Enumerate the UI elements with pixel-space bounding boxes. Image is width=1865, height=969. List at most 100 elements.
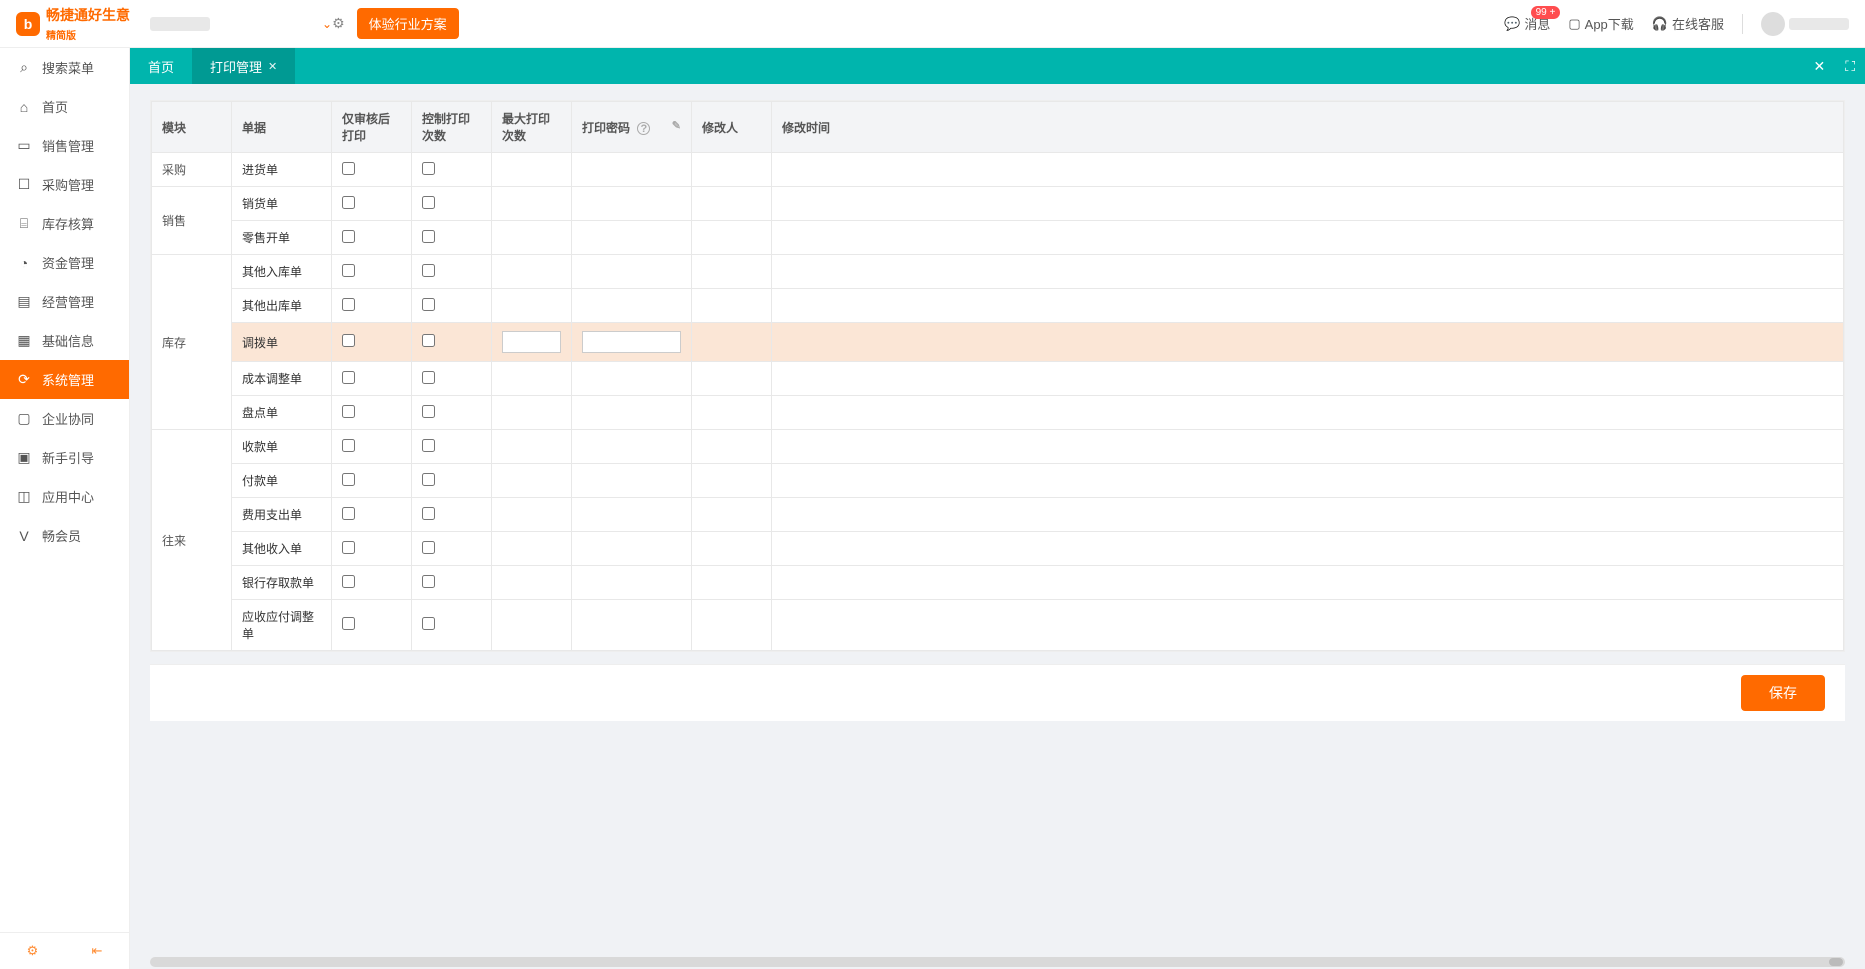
inventory-icon: ⌸	[16, 215, 32, 232]
pwd-cell	[572, 187, 692, 221]
ctrl-checkbox[interactable]	[422, 162, 435, 175]
tab-label: 打印管理	[210, 57, 262, 76]
messages-badge: 99 +	[1531, 6, 1561, 19]
ctrl-checkbox[interactable]	[422, 439, 435, 452]
promo-button[interactable]: 体验行业方案	[357, 8, 459, 39]
ctrl-checkbox[interactable]	[422, 507, 435, 520]
topbar: b 畅捷通好生意 精简版 ⌄ ⚙ 体验行业方案 💬 消息 99 + ▢ App下…	[0, 0, 1865, 48]
audit-cell	[332, 532, 412, 566]
chat-icon: 💬	[1504, 16, 1520, 32]
audit-checkbox[interactable]	[342, 162, 355, 175]
audit-checkbox[interactable]	[342, 473, 355, 486]
sidebar-item-label: 库存核算	[42, 214, 94, 233]
doc-cell: 费用支出单	[232, 498, 332, 532]
ctrl-checkbox[interactable]	[422, 230, 435, 243]
ctrl-checkbox[interactable]	[422, 196, 435, 209]
sidebar-item-home[interactable]: ⌂首页	[0, 87, 129, 126]
max-cell	[492, 289, 572, 323]
ctrl-cell	[412, 153, 492, 187]
user-menu[interactable]	[1761, 12, 1849, 36]
sidebar-item-guide[interactable]: ▣新手引导	[0, 438, 129, 477]
audit-checkbox[interactable]	[342, 196, 355, 209]
th-time: 修改时间	[772, 102, 1844, 153]
time-cell	[772, 464, 1844, 498]
sidebar-item-search[interactable]: ⌕搜索菜单	[0, 48, 129, 87]
horizontal-scrollbar[interactable]	[130, 955, 1865, 969]
ctrl-checkbox[interactable]	[422, 264, 435, 277]
audit-checkbox[interactable]	[342, 439, 355, 452]
audit-checkbox[interactable]	[342, 507, 355, 520]
ctrl-checkbox[interactable]	[422, 473, 435, 486]
collapse-icon[interactable]: ⇤	[91, 943, 102, 959]
max-input[interactable]	[502, 331, 561, 353]
time-cell	[772, 221, 1844, 255]
main: 首页打印管理✕ ✕ ⛶ 模块 单据 仅审核后打	[130, 48, 1865, 969]
sidebar-item-purchase[interactable]: ☐采购管理	[0, 165, 129, 204]
audit-checkbox[interactable]	[342, 334, 355, 347]
pwd-cell	[572, 221, 692, 255]
ctrl-checkbox[interactable]	[422, 575, 435, 588]
modifier-cell	[692, 566, 772, 600]
max-cell	[492, 362, 572, 396]
audit-checkbox[interactable]	[342, 264, 355, 277]
time-cell	[772, 362, 1844, 396]
ctrl-checkbox[interactable]	[422, 405, 435, 418]
doc-cell: 收款单	[232, 430, 332, 464]
tab-print[interactable]: 打印管理 ✕	[192, 48, 295, 84]
sidebar-item-label: 系统管理	[42, 370, 94, 389]
print-settings-table: 模块 单据 仅审核后打印 控制打印次数 最大打印次数 打印密码 ? ✎	[151, 101, 1844, 651]
ctrl-cell	[412, 221, 492, 255]
tab-close-all-icon[interactable]: ✕	[1803, 48, 1835, 84]
sidebar-item-label: 基础信息	[42, 331, 94, 350]
ctrl-checkbox[interactable]	[422, 334, 435, 347]
app-download-label: App下载	[1585, 14, 1634, 33]
pwd-input[interactable]	[582, 331, 681, 353]
pwd-cell	[572, 430, 692, 464]
audit-checkbox[interactable]	[342, 230, 355, 243]
edit-icon[interactable]: ✎	[672, 119, 681, 132]
audit-checkbox[interactable]	[342, 405, 355, 418]
app-download-button[interactable]: ▢ App下载	[1568, 14, 1633, 33]
sidebar-item-sales[interactable]: ▭销售管理	[0, 126, 129, 165]
time-cell	[772, 255, 1844, 289]
help-icon[interactable]: ?	[637, 122, 650, 135]
sidebar-item-operate[interactable]: ▤经营管理	[0, 282, 129, 321]
ctrl-checkbox[interactable]	[422, 298, 435, 311]
ctrl-checkbox[interactable]	[422, 617, 435, 630]
sidebar-item-fund[interactable]: ◔资金管理	[0, 243, 129, 282]
audit-checkbox[interactable]	[342, 617, 355, 630]
sidebar-item-collab[interactable]: ▢企业协同	[0, 399, 129, 438]
audit-checkbox[interactable]	[342, 298, 355, 311]
audit-cell	[332, 464, 412, 498]
sidebar-item-label: 企业协同	[42, 409, 94, 428]
guide-icon: ▣	[16, 449, 32, 466]
online-service-button[interactable]: 🎧 在线客服	[1652, 14, 1724, 33]
brand-sub: 精简版	[46, 27, 130, 42]
fullscreen-icon[interactable]: ⛶	[1835, 48, 1865, 84]
ctrl-checkbox[interactable]	[422, 541, 435, 554]
save-button[interactable]: 保存	[1741, 675, 1825, 711]
audit-checkbox[interactable]	[342, 371, 355, 384]
doc-cell: 销货单	[232, 187, 332, 221]
sidebar-item-inventory[interactable]: ⌸ 库存核算	[0, 204, 129, 243]
modifier-cell	[692, 362, 772, 396]
audit-checkbox[interactable]	[342, 541, 355, 554]
chevron-down-icon[interactable]: ⌄	[322, 17, 332, 31]
doc-cell: 其他入库单	[232, 255, 332, 289]
table-row: 销售销货单	[152, 187, 1844, 221]
tab-close-icon[interactable]: ✕	[268, 60, 277, 73]
tab-home[interactable]: 首页	[130, 48, 192, 84]
footer-bar: 保存	[150, 664, 1845, 721]
gear-icon[interactable]: ⚙	[332, 15, 345, 32]
audit-checkbox[interactable]	[342, 575, 355, 588]
sidebar-item-appcenter[interactable]: ◫应用中心	[0, 477, 129, 516]
username-placeholder	[1789, 18, 1849, 30]
messages-button[interactable]: 💬 消息 99 +	[1504, 14, 1550, 33]
sidebar-item-system[interactable]: ⟳系统管理	[0, 360, 129, 399]
ctrl-cell	[412, 600, 492, 651]
sidebar-item-base[interactable]: ▦基础信息	[0, 321, 129, 360]
ctrl-checkbox[interactable]	[422, 371, 435, 384]
sidebar-item-member[interactable]: V畅会员	[0, 516, 129, 555]
org-selector[interactable]	[150, 17, 310, 31]
settings-icon[interactable]: ⚙	[27, 943, 39, 959]
